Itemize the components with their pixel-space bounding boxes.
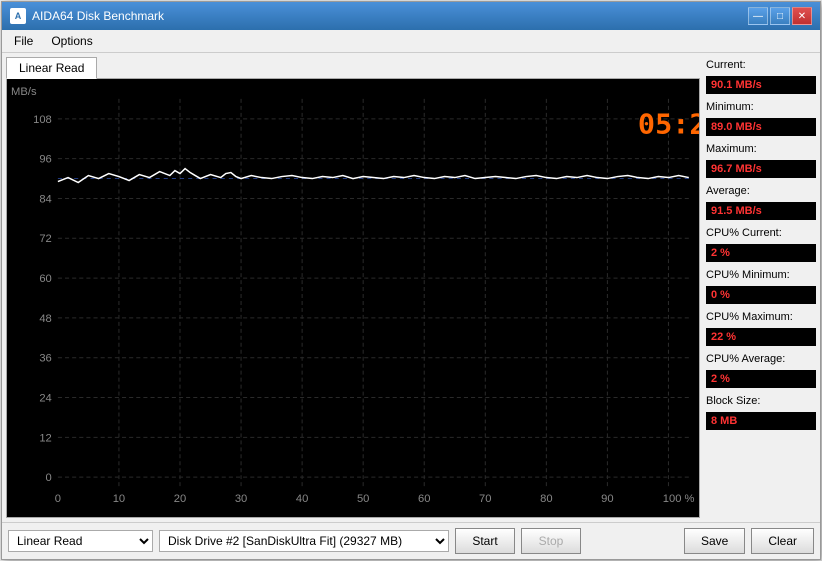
average-label: Average: xyxy=(706,185,816,197)
maximum-label: Maximum: xyxy=(706,143,816,155)
maximize-button[interactable]: □ xyxy=(770,7,790,25)
cpu-minimum-label: CPU% Minimum: xyxy=(706,269,816,281)
svg-text:30: 30 xyxy=(235,493,247,505)
right-panel: Current: 90.1 MB/s Minimum: 89.0 MB/s Ma… xyxy=(706,57,816,518)
svg-text:96: 96 xyxy=(39,154,51,166)
tab-linear-read[interactable]: Linear Read xyxy=(6,57,97,79)
svg-text:10: 10 xyxy=(113,493,125,505)
svg-text:72: 72 xyxy=(39,233,51,245)
cpu-maximum-value: 22 % xyxy=(706,328,816,346)
tab-bar: Linear Read xyxy=(6,57,700,79)
svg-text:70: 70 xyxy=(479,493,491,505)
minimum-value: 89.0 MB/s xyxy=(706,118,816,136)
svg-text:100 %: 100 % xyxy=(663,493,695,505)
menu-file[interactable]: File xyxy=(6,32,41,50)
save-button[interactable]: Save xyxy=(684,528,745,554)
cpu-maximum-label: CPU% Maximum: xyxy=(706,311,816,323)
svg-text:20: 20 xyxy=(174,493,186,505)
start-button[interactable]: Start xyxy=(455,528,515,554)
svg-text:24: 24 xyxy=(39,393,51,405)
main-content: Linear Read xyxy=(2,53,820,522)
cpu-average-label: CPU% Average: xyxy=(706,353,816,365)
benchmark-dropdown[interactable]: Linear Read Linear Write Random Read Ran… xyxy=(8,530,153,552)
clear-button[interactable]: Clear xyxy=(751,528,814,554)
menu-bar: File Options xyxy=(2,30,820,53)
svg-text:40: 40 xyxy=(296,493,308,505)
window-title: AIDA64 Disk Benchmark xyxy=(32,9,164,23)
svg-text:12: 12 xyxy=(39,432,51,444)
block-size-label: Block Size: xyxy=(706,395,816,407)
bottom-bar: Linear Read Linear Write Random Read Ran… xyxy=(2,522,820,559)
chart-area: 108 96 84 72 60 48 36 24 12 0 MB/s 0 10 … xyxy=(6,78,700,518)
title-bar-left: A AIDA64 Disk Benchmark xyxy=(10,8,164,24)
cpu-current-value: 2 % xyxy=(706,244,816,262)
minimize-button[interactable]: — xyxy=(748,7,768,25)
average-value: 91.5 MB/s xyxy=(706,202,816,220)
svg-text:MB/s: MB/s xyxy=(11,86,37,98)
current-label: Current: xyxy=(706,59,816,71)
left-panel: Linear Read xyxy=(6,57,700,518)
app-icon: A xyxy=(10,8,26,24)
disk-dropdown[interactable]: Disk Drive #2 [SanDiskUltra Fit] (29327 … xyxy=(159,530,449,552)
minimum-label: Minimum: xyxy=(706,101,816,113)
cpu-average-value: 2 % xyxy=(706,370,816,388)
current-value: 90.1 MB/s xyxy=(706,76,816,94)
maximum-value: 96.7 MB/s xyxy=(706,160,816,178)
menu-options[interactable]: Options xyxy=(43,32,100,50)
svg-text:36: 36 xyxy=(39,353,51,365)
svg-text:60: 60 xyxy=(39,273,51,285)
cpu-minimum-value: 0 % xyxy=(706,286,816,304)
svg-text:84: 84 xyxy=(39,194,51,206)
close-button[interactable]: ✕ xyxy=(792,7,812,25)
block-size-value: 8 MB xyxy=(706,412,816,430)
svg-text:90: 90 xyxy=(601,493,613,505)
title-bar: A AIDA64 Disk Benchmark — □ ✕ xyxy=(2,2,820,30)
chart-svg: 108 96 84 72 60 48 36 24 12 0 MB/s 0 10 … xyxy=(7,79,699,517)
svg-text:60: 60 xyxy=(418,493,430,505)
svg-text:0: 0 xyxy=(46,472,52,484)
svg-text:50: 50 xyxy=(357,493,369,505)
svg-text:48: 48 xyxy=(39,313,51,325)
svg-text:05:22: 05:22 xyxy=(638,108,699,141)
title-bar-controls: — □ ✕ xyxy=(748,7,812,25)
svg-text:0: 0 xyxy=(55,493,61,505)
svg-text:108: 108 xyxy=(33,114,52,126)
main-window: A AIDA64 Disk Benchmark — □ ✕ File Optio… xyxy=(1,1,821,560)
stop-button[interactable]: Stop xyxy=(521,528,581,554)
cpu-current-label: CPU% Current: xyxy=(706,227,816,239)
svg-text:80: 80 xyxy=(540,493,552,505)
